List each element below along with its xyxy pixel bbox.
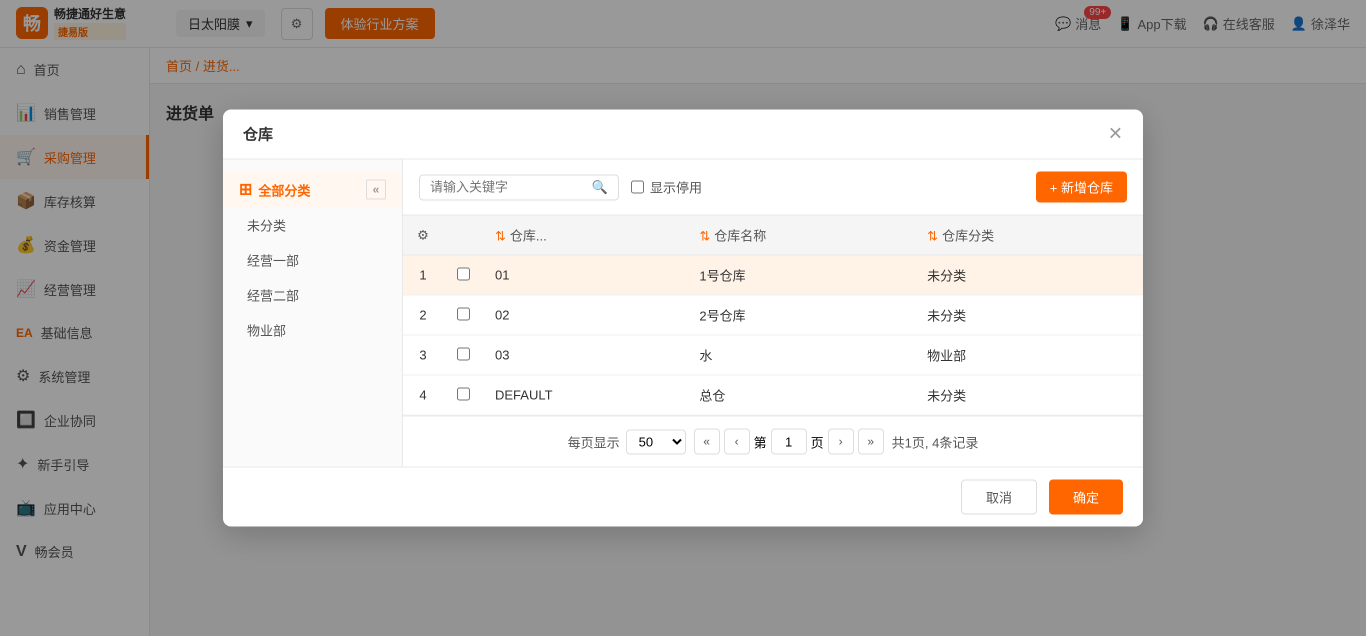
per-page-selector: 每页显示 50 100: [568, 429, 686, 454]
row-checkbox[interactable]: [457, 307, 470, 320]
cancel-button[interactable]: 取消: [961, 480, 1037, 515]
category-panel: ⊞ 全部分类 « 未分类 经营一部 经营二部 物业部: [223, 160, 403, 467]
row-checkbox[interactable]: [457, 387, 470, 400]
page-label: 第: [754, 432, 767, 451]
warehouse-table: ⚙ ⇅仓库... ⇅仓库名称 ⇅仓库分类 1 01 1号仓库: [403, 216, 1143, 416]
row-category: 未分类: [915, 255, 1143, 295]
category-all-label: 全部分类: [258, 180, 310, 199]
row-num: 2: [403, 295, 443, 335]
category-dept1[interactable]: 经营一部: [223, 243, 402, 278]
first-page-button[interactable]: «: [694, 429, 720, 455]
col-code[interactable]: ⇅仓库...: [483, 216, 687, 256]
per-page-select[interactable]: 50 100: [626, 429, 686, 454]
table-body: 1 01 1号仓库 未分类 2 02 2号仓库 未分类: [403, 255, 1143, 415]
grid-icon: ⊞: [239, 180, 252, 200]
pagination: 每页显示 50 100 « ‹ 第 页 › » 共1页, 4条记录: [403, 416, 1143, 467]
next-page-button[interactable]: ›: [828, 429, 854, 455]
show-disabled-label: 显示停用: [650, 178, 702, 197]
row-checkbox[interactable]: [457, 347, 470, 360]
last-page-button[interactable]: »: [858, 429, 884, 455]
table-row[interactable]: 4 DEFAULT 总仓 未分类: [403, 375, 1143, 415]
modal-close-button[interactable]: ✕: [1108, 124, 1123, 145]
row-code: 02: [483, 295, 687, 335]
prev-page-button[interactable]: ‹: [724, 429, 750, 455]
row-code: DEFAULT: [483, 375, 687, 415]
col-name[interactable]: ⇅仓库名称: [687, 216, 915, 256]
page-number-input[interactable]: [771, 429, 807, 455]
collapse-button[interactable]: «: [366, 180, 386, 200]
page-navigation: « ‹ 第 页 › »: [694, 429, 884, 455]
warehouse-table-panel: 🔍 显示停用 + 新增仓库 ⚙ ⇅仓库... ⇅仓库名称: [403, 160, 1143, 467]
row-warehouse-name: 水: [687, 335, 915, 375]
modal-header: 仓库 ✕: [223, 110, 1143, 160]
row-check[interactable]: [443, 295, 483, 335]
row-category: 未分类: [915, 295, 1143, 335]
row-category: 物业部: [915, 335, 1143, 375]
row-num: 1: [403, 255, 443, 295]
modal-body: ⊞ 全部分类 « 未分类 经营一部 经营二部 物业部 🔍 显示停用 +: [223, 160, 1143, 467]
warehouse-modal: 仓库 ✕ ⊞ 全部分类 « 未分类 经营一部 经营二部 物业部 🔍: [223, 110, 1143, 527]
col-gear[interactable]: ⚙: [403, 216, 443, 256]
category-uncategorized[interactable]: 未分类: [223, 208, 402, 243]
total-info: 共1页, 4条记录: [892, 432, 979, 451]
warehouse-table-wrapper: ⚙ ⇅仓库... ⇅仓库名称 ⇅仓库分类 1 01 1号仓库: [403, 216, 1143, 416]
per-page-label: 每页显示: [568, 432, 620, 451]
row-num: 4: [403, 375, 443, 415]
row-warehouse-name: 1号仓库: [687, 255, 915, 295]
search-icon[interactable]: 🔍: [592, 179, 608, 195]
row-check[interactable]: [443, 375, 483, 415]
row-warehouse-name: 总仓: [687, 375, 915, 415]
col-check: [443, 216, 483, 256]
show-disabled-checkbox[interactable]: 显示停用: [631, 178, 702, 197]
category-property[interactable]: 物业部: [223, 313, 402, 348]
modal-footer: 取消 确定: [223, 467, 1143, 527]
confirm-button[interactable]: 确定: [1049, 480, 1123, 515]
table-header: ⚙ ⇅仓库... ⇅仓库名称 ⇅仓库分类: [403, 216, 1143, 256]
row-code: 01: [483, 255, 687, 295]
category-dept2[interactable]: 经营二部: [223, 278, 402, 313]
row-code: 03: [483, 335, 687, 375]
row-category: 未分类: [915, 375, 1143, 415]
add-warehouse-button[interactable]: + 新增仓库: [1036, 172, 1127, 203]
row-warehouse-name: 2号仓库: [687, 295, 915, 335]
modal-title: 仓库: [243, 124, 273, 145]
right-toolbar: 🔍 显示停用 + 新增仓库: [403, 160, 1143, 216]
search-input[interactable]: [430, 180, 592, 195]
category-all[interactable]: ⊞ 全部分类 «: [223, 172, 402, 208]
show-disabled-check[interactable]: [631, 181, 644, 194]
row-checkbox[interactable]: [457, 267, 470, 280]
page-suffix: 页: [811, 432, 824, 451]
col-category[interactable]: ⇅仓库分类: [915, 216, 1143, 256]
table-row[interactable]: 3 03 水 物业部: [403, 335, 1143, 375]
table-row[interactable]: 2 02 2号仓库 未分类: [403, 295, 1143, 335]
row-num: 3: [403, 335, 443, 375]
row-check[interactable]: [443, 255, 483, 295]
row-check[interactable]: [443, 335, 483, 375]
search-box[interactable]: 🔍: [419, 174, 619, 200]
table-row[interactable]: 1 01 1号仓库 未分类: [403, 255, 1143, 295]
